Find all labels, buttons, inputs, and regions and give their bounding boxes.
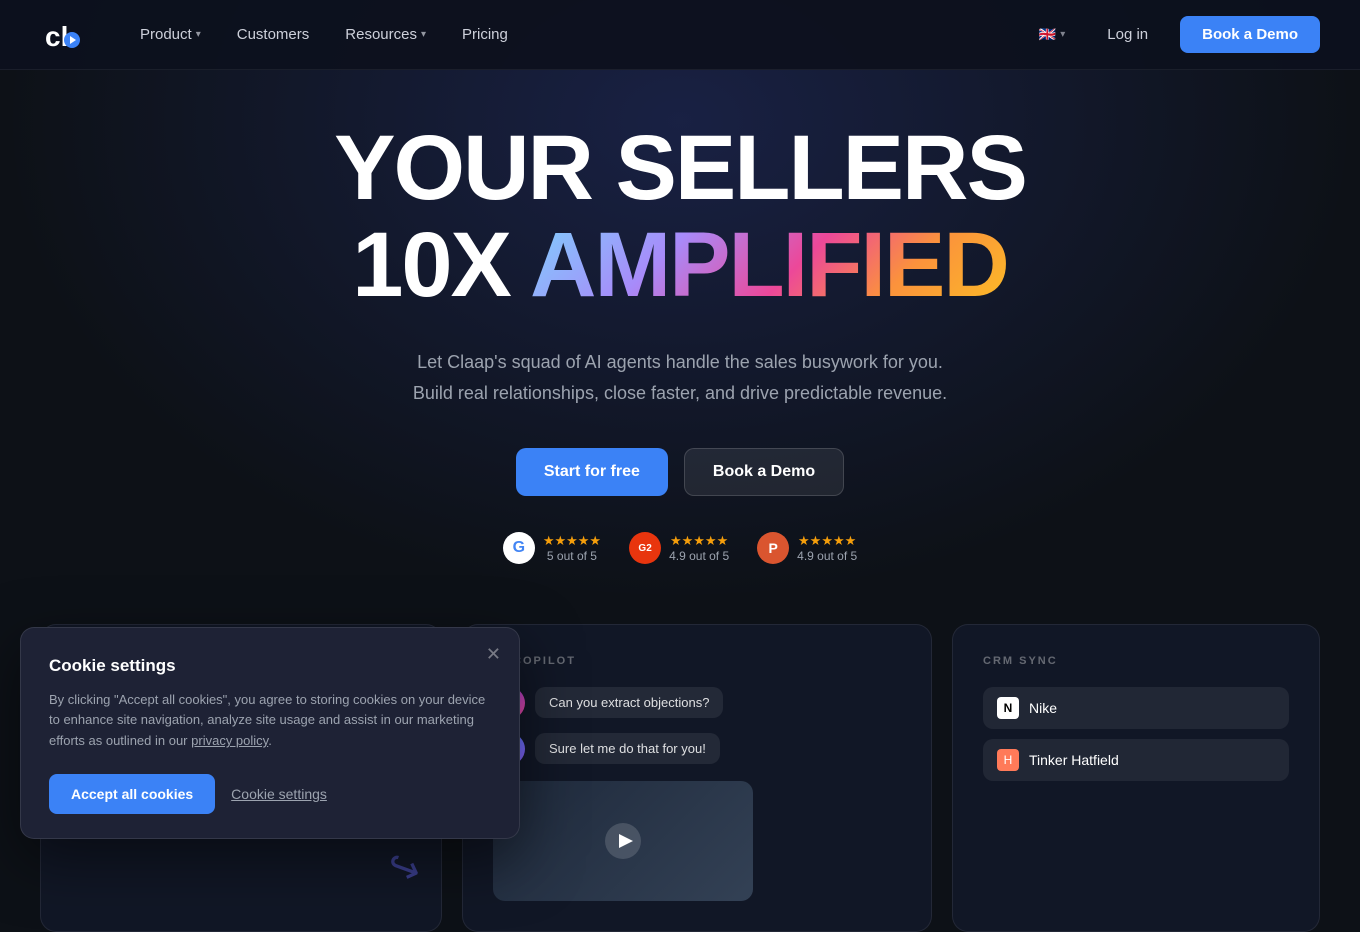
nav-demo-button[interactable]: Book a Demo: [1180, 16, 1320, 53]
nav-right: 🇬🇧 ▾ Log in Book a Demo: [1029, 16, 1320, 53]
nav-links: Product ▾ Customers Resources ▾ Pricing: [126, 18, 1029, 51]
ai-chat-bubble: Sure let me do that for you!: [535, 733, 720, 764]
hero-section: YOUR SELLERS 10X AMPLIFIED Let Claap's s…: [0, 0, 1360, 604]
chevron-down-icon: ▾: [196, 29, 201, 40]
chevron-down-icon-lang: ▾: [1060, 29, 1065, 40]
hero-title-line1: YOUR SELLERS: [334, 120, 1026, 217]
hero-subtitle: Let Claap's squad of AI agents handle th…: [413, 347, 947, 408]
ratings-row: G ★★★★★ 5 out of 5 G2 ★★★★★ 4.9 out of 5…: [503, 532, 857, 564]
notion-logo-icon: N: [997, 697, 1019, 719]
google-score: 5 out of 5: [543, 549, 601, 563]
hero-title: YOUR SELLERS 10X AMPLIFIED: [334, 120, 1026, 313]
chat-user-message: 👤 Can you extract objections?: [493, 687, 901, 719]
user-chat-bubble: Can you extract objections?: [535, 687, 723, 718]
g2-score: 4.9 out of 5: [669, 549, 729, 563]
ai-copilot-label: AI COPILOT: [493, 655, 901, 667]
crm-sync-label: CRM SYNC: [983, 655, 1289, 667]
chevron-down-icon-resources: ▾: [421, 29, 426, 40]
chat-ai-message: ✦ Sure let me do that for you!: [493, 733, 901, 765]
rating-google: G ★★★★★ 5 out of 5: [503, 532, 601, 564]
cookie-actions: Accept all cookies Cookie settings: [49, 774, 491, 814]
login-button[interactable]: Log in: [1091, 18, 1164, 51]
nav-pricing[interactable]: Pricing: [448, 18, 522, 51]
hero-buttons: Start for free Book a Demo: [516, 448, 844, 496]
hubspot-logo-icon: H: [997, 749, 1019, 771]
cookie-settings-link[interactable]: Cookie settings: [231, 786, 327, 802]
product-stars: ★★★★★: [797, 533, 857, 549]
cookie-title: Cookie settings: [49, 656, 491, 676]
crm-sync-card: CRM SYNC N Nike H Tinker Hatfield: [952, 624, 1320, 932]
language-selector[interactable]: 🇬🇧 ▾: [1029, 20, 1075, 49]
nav-customers[interactable]: Customers: [223, 18, 324, 51]
nav-product[interactable]: Product ▾: [126, 18, 215, 51]
g2-badge: G2: [629, 532, 661, 564]
close-icon[interactable]: ✕: [486, 644, 501, 665]
hero-amplified: AMPLIFIED: [530, 214, 1008, 316]
crm-item-tinker: H Tinker Hatfield: [983, 739, 1289, 781]
hero-title-line2: 10X AMPLIFIED: [334, 217, 1026, 314]
g2-stars: ★★★★★: [669, 533, 729, 549]
accept-cookies-button[interactable]: Accept all cookies: [49, 774, 215, 814]
flag-icon: 🇬🇧: [1039, 26, 1056, 43]
start-free-button[interactable]: Start for free: [516, 448, 668, 496]
google-stars: ★★★★★: [543, 533, 601, 549]
cookie-banner: ✕ Cookie settings By clicking "Accept al…: [20, 627, 520, 839]
book-demo-button[interactable]: Book a Demo: [684, 448, 844, 496]
rating-product: P ★★★★★ 4.9 out of 5: [757, 532, 857, 564]
cookie-text: By clicking "Accept all cookies", you ag…: [49, 690, 491, 752]
product-badge: P: [757, 532, 789, 564]
product-score: 4.9 out of 5: [797, 549, 857, 563]
google-badge: G: [503, 532, 535, 564]
play-icon: [605, 823, 641, 859]
video-thumbnail[interactable]: [493, 781, 753, 901]
logo[interactable]: cl: [40, 12, 86, 58]
hero-10x: 10X: [352, 214, 510, 316]
rating-g2: G2 ★★★★★ 4.9 out of 5: [629, 532, 729, 564]
privacy-policy-link[interactable]: privacy policy: [191, 733, 268, 748]
nav-resources[interactable]: Resources ▾: [331, 18, 440, 51]
ai-copilot-card: AI COPILOT 👤 Can you extract objections?…: [462, 624, 932, 932]
crm-item-nike: N Nike: [983, 687, 1289, 729]
arrow-decoration: ↪: [381, 841, 428, 896]
navbar: cl Product ▾ Customers Resources ▾ Prici…: [0, 0, 1360, 70]
